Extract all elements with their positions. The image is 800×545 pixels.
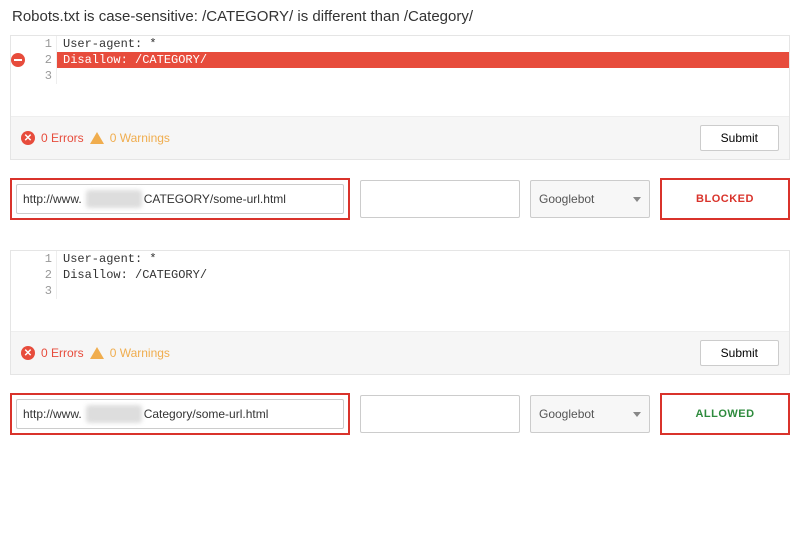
- warning-icon: [90, 132, 104, 144]
- url-prefix: http://www.: [17, 407, 84, 421]
- url-input[interactable]: http://www. Category/some-url.html: [16, 399, 344, 429]
- line-number: 2: [27, 267, 56, 283]
- error-icon: ✕: [21, 131, 35, 145]
- path-input[interactable]: [360, 395, 520, 433]
- warnings-count: 0 Warnings: [110, 131, 170, 145]
- submit-button[interactable]: Submit: [700, 125, 779, 151]
- code-editor[interactable]: 1 2 3 User-agent: * Disallow: /CATEGORY/: [11, 36, 789, 116]
- url-prefix: http://www.: [17, 192, 84, 206]
- robots-editor-panel-1: 1 2 3 User-agent: * Disallow: /CATEGORY/…: [10, 35, 790, 160]
- errors-count: 0 Errors: [41, 346, 84, 360]
- path-input[interactable]: [360, 180, 520, 218]
- error-icon: ✕: [21, 346, 35, 360]
- test-row-1: http://www. CATEGORY/some-url.html Googl…: [10, 178, 790, 220]
- code-line: [57, 283, 789, 299]
- warnings-count: 0 Warnings: [110, 346, 170, 360]
- warning-icon: [90, 347, 104, 359]
- url-suffix: CATEGORY/some-url.html: [144, 192, 292, 206]
- url-highlight-box: http://www. CATEGORY/some-url.html: [10, 178, 350, 220]
- errors-count: 0 Errors: [41, 131, 84, 145]
- result-badge: ALLOWED: [660, 393, 790, 435]
- url-input[interactable]: http://www. CATEGORY/some-url.html: [16, 184, 344, 214]
- crawler-label: Googlebot: [539, 407, 594, 421]
- submit-button[interactable]: Submit: [700, 340, 779, 366]
- status-bar: ✕ 0 Errors 0 Warnings Submit: [11, 331, 789, 374]
- line-number: 3: [27, 68, 56, 84]
- line-number: 1: [27, 36, 56, 52]
- chevron-down-icon: [633, 412, 641, 417]
- code-line: User-agent: *: [57, 251, 789, 267]
- url-redacted: [86, 405, 142, 423]
- robots-editor-panel-2: 1 2 3 User-agent: * Disallow: /CATEGORY/…: [10, 250, 790, 375]
- line-number: 2: [27, 52, 56, 68]
- code-line: User-agent: *: [57, 36, 789, 52]
- line-number: 3: [27, 283, 56, 299]
- url-redacted: [86, 190, 142, 208]
- result-badge: BLOCKED: [660, 178, 790, 220]
- crawler-select[interactable]: Googlebot: [530, 180, 650, 218]
- code-line: [57, 68, 789, 84]
- test-row-2: http://www. Category/some-url.html Googl…: [10, 393, 790, 435]
- chevron-down-icon: [633, 197, 641, 202]
- code-line: Disallow: /CATEGORY/: [57, 267, 789, 283]
- url-suffix: Category/some-url.html: [144, 407, 275, 421]
- code-editor[interactable]: 1 2 3 User-agent: * Disallow: /CATEGORY/: [11, 251, 789, 331]
- crawler-select[interactable]: Googlebot: [530, 395, 650, 433]
- error-marker-icon: [11, 53, 25, 67]
- line-number: 1: [27, 251, 56, 267]
- page-title: Robots.txt is case-sensitive: /CATEGORY/…: [10, 8, 790, 35]
- crawler-label: Googlebot: [539, 192, 594, 206]
- code-line: Disallow: /CATEGORY/: [57, 52, 789, 68]
- status-bar: ✕ 0 Errors 0 Warnings Submit: [11, 116, 789, 159]
- url-highlight-box: http://www. Category/some-url.html: [10, 393, 350, 435]
